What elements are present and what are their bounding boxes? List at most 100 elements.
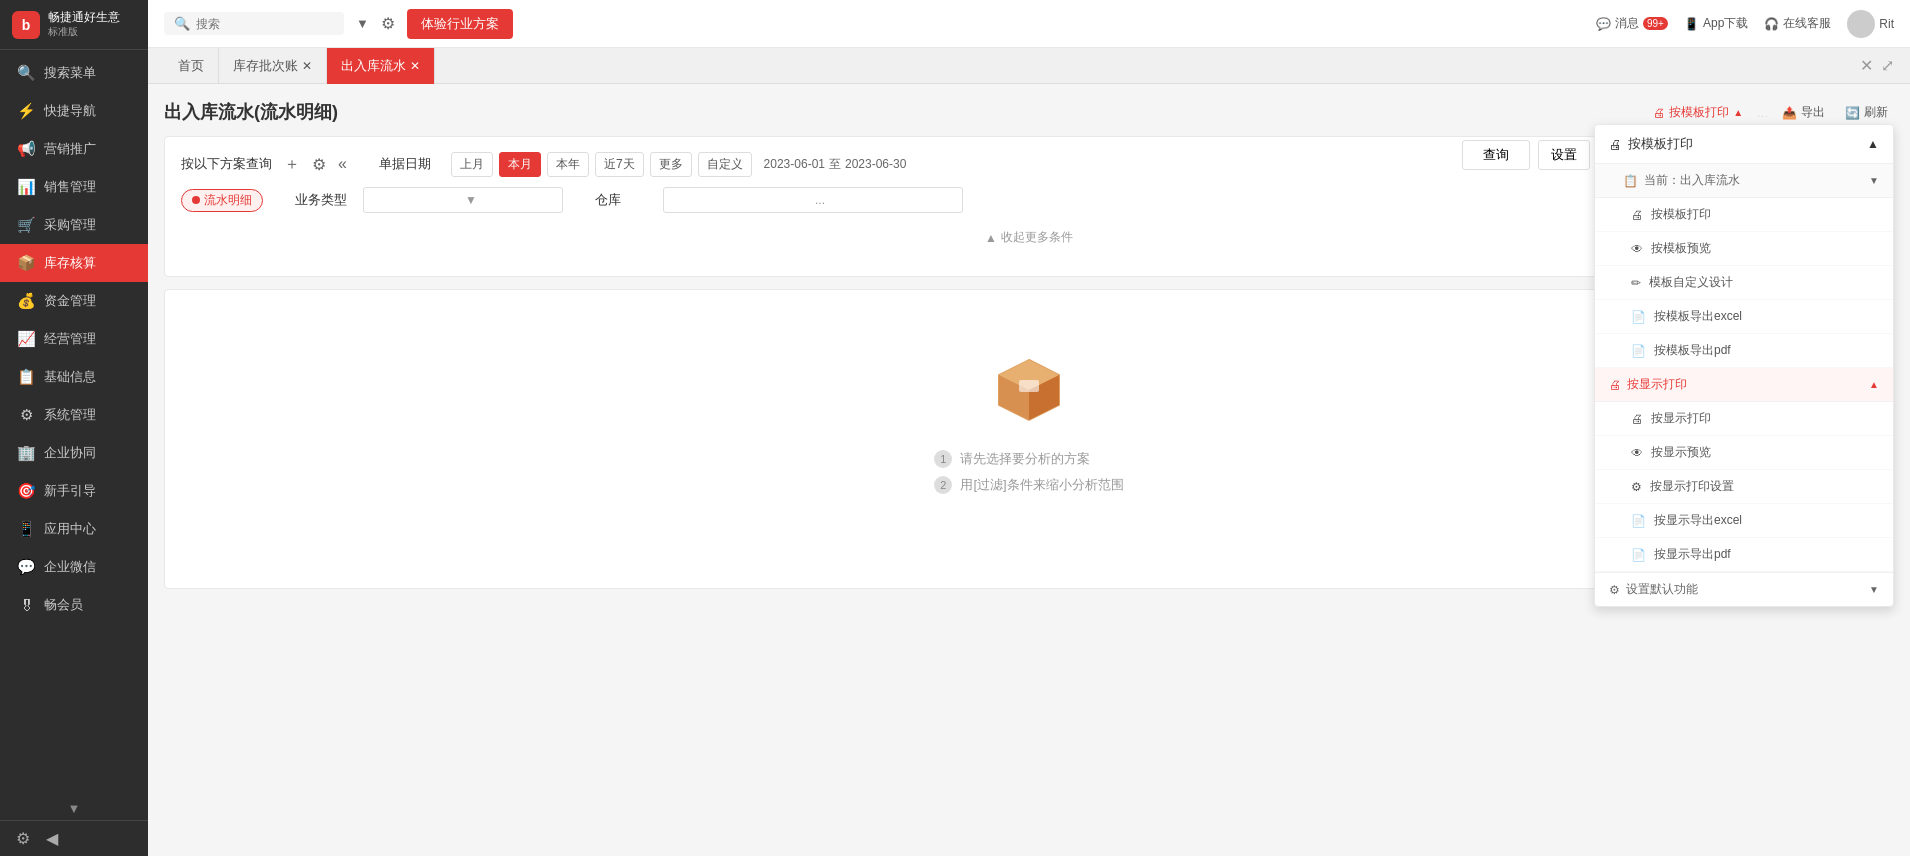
sidebar-item-system[interactable]: ⚙ 系统管理 xyxy=(0,396,148,434)
dropdown-item-label: 按显示打印 xyxy=(1651,410,1711,427)
refresh-icon: 🔄 xyxy=(1845,106,1860,120)
step-1-label: 请先选择要分析的方案 xyxy=(960,446,1090,472)
step-num-1: 1 xyxy=(934,450,952,468)
date-btn-current-year[interactable]: 本年 xyxy=(547,152,589,177)
print-template-button[interactable]: 🖨 按模板打印 ▲ xyxy=(1647,100,1749,125)
filter-tag-label: 流水明细 xyxy=(204,192,252,209)
sales-icon: 📊 xyxy=(16,178,36,196)
date-btn-custom[interactable]: 自定义 xyxy=(698,152,752,177)
settings-icon[interactable]: ⚙ xyxy=(16,829,30,848)
tab-home-label: 首页 xyxy=(178,57,204,75)
dropdown-item-export-pdf-display[interactable]: 📄 按显示导出pdf xyxy=(1595,538,1893,572)
chevron-up-header-icon[interactable]: ▲ xyxy=(1867,137,1879,151)
preview-display-icon: 👁 xyxy=(1631,446,1643,460)
tab-batch-account[interactable]: 库存批次账 ✕ xyxy=(219,48,327,84)
dropdown-item-label: 模板自定义设计 xyxy=(1649,274,1733,291)
query-button[interactable]: 查询 xyxy=(1462,140,1530,170)
topbar: 🔍 ▼ ⚙ 体验行业方案 💬 消息 99+ 📱 App下载 🎧 在线客服 Rit xyxy=(148,0,1910,48)
sidebar-item-member[interactable]: 🎖 畅会员 xyxy=(0,586,148,624)
business-type-label: 业务类型 xyxy=(295,191,355,209)
gear-icon[interactable]: ⚙ xyxy=(381,14,395,33)
finance-icon: 💰 xyxy=(16,292,36,310)
service-icon: 🎧 xyxy=(1764,17,1779,31)
sidebar-item-finance[interactable]: 💰 资金管理 xyxy=(0,282,148,320)
sidebar-item-marketing[interactable]: 📢 营销推广 xyxy=(0,130,148,168)
dropdown-header-label: 按模板打印 xyxy=(1628,135,1693,153)
search-input[interactable] xyxy=(196,17,316,31)
sidebar-item-sales[interactable]: 📊 销售管理 xyxy=(0,168,148,206)
dropdown-item-label: 按显示预览 xyxy=(1651,444,1711,461)
footer-settings-icon: ⚙ xyxy=(1609,583,1620,597)
sidebar-item-guide[interactable]: 🎯 新手引导 xyxy=(0,472,148,510)
empty-step-1: 1 请先选择要分析的方案 xyxy=(934,446,1123,472)
dropdown-item-export-excel-display[interactable]: 📄 按显示导出excel xyxy=(1595,504,1893,538)
sidebar-scroll-down[interactable]: ▼ xyxy=(0,797,148,820)
print-dropdown-panel: 🖨 按模板打印 ▲ 📋 当前：出入库流水 ▼ 🖨 按模板打印 👁 按模板预览 xyxy=(1594,124,1894,607)
collapse-conditions-button[interactable]: ▲ 收起更多条件 xyxy=(979,223,1079,252)
dropdown-section-display[interactable]: 🖨 按显示打印 ▲ xyxy=(1595,368,1893,402)
industry-solution-button[interactable]: 体验行业方案 xyxy=(407,9,513,39)
refresh-button[interactable]: 🔄 刷新 xyxy=(1839,100,1894,125)
enterprise-icon: 🏢 xyxy=(16,444,36,462)
close-all-tabs-button[interactable]: ✕ xyxy=(1860,56,1873,75)
export-button[interactable]: 📤 导出 xyxy=(1776,100,1831,125)
sidebar-item-label: 新手引导 xyxy=(44,482,96,500)
tab-flow[interactable]: 出入库流水 ✕ xyxy=(327,48,435,84)
tab-batch-account-label: 库存批次账 xyxy=(233,57,298,75)
preview-icon: 👁 xyxy=(1631,242,1643,256)
wechat-icon: 💬 xyxy=(16,558,36,576)
sidebar-item-wechat[interactable]: 💬 企业微信 xyxy=(0,548,148,586)
dropdown-item-export-excel-template[interactable]: 📄 按模板导出excel xyxy=(1595,300,1893,334)
dropdown-item-custom-design[interactable]: ✏ 模板自定义设计 xyxy=(1595,266,1893,300)
basic-info-icon: 📋 xyxy=(16,368,36,386)
business-type-select[interactable]: ▼ xyxy=(363,187,563,213)
filter-tag-dot xyxy=(192,196,200,204)
settings-query-button[interactable]: 设置 xyxy=(1538,140,1590,170)
dropdown-item-print-settings-display[interactable]: ⚙ 按显示打印设置 xyxy=(1595,470,1893,504)
dropdown-item-preview-display[interactable]: 👁 按显示预览 xyxy=(1595,436,1893,470)
app-download-button[interactable]: 📱 App下载 xyxy=(1684,15,1748,32)
date-group: 上月 本月 本年 近7天 更多 自定义 xyxy=(451,152,752,177)
tab-batch-account-close[interactable]: ✕ xyxy=(302,59,312,73)
sidebar-item-operations[interactable]: 📈 经营管理 xyxy=(0,320,148,358)
user-avatar-area[interactable]: Rit xyxy=(1847,10,1894,38)
dropdown-item-export-pdf-template[interactable]: 📄 按模板导出pdf xyxy=(1595,334,1893,368)
date-btn-more[interactable]: 更多 xyxy=(650,152,692,177)
warehouse-select[interactable]: ... xyxy=(663,187,963,213)
chevron-up-icon: ▲ xyxy=(1733,107,1743,118)
date-btn-current-month[interactable]: 本月 xyxy=(499,152,541,177)
filter-tag[interactable]: 流水明细 xyxy=(181,189,263,212)
dropdown-item-print-display[interactable]: 🖨 按显示打印 xyxy=(1595,402,1893,436)
sidebar-logo: b 畅捷通好生意 标准版 xyxy=(0,0,148,50)
date-btn-last-7-days[interactable]: 近7天 xyxy=(595,152,644,177)
dropdown-item-preview-template[interactable]: 👁 按模板预览 xyxy=(1595,232,1893,266)
topbar-dropdown-icon[interactable]: ▼ xyxy=(356,16,369,31)
date-btn-last-month[interactable]: 上月 xyxy=(451,152,493,177)
sidebar-item-basic-info[interactable]: 📋 基础信息 xyxy=(0,358,148,396)
print-template-label: 按模板打印 xyxy=(1669,104,1729,121)
expand-tabs-button[interactable]: ⤢ xyxy=(1881,56,1894,75)
dropdown-footer-settings[interactable]: ⚙ 设置默认功能 ▼ xyxy=(1595,572,1893,606)
chevron-down-current-icon[interactable]: ▼ xyxy=(1869,175,1879,186)
sidebar-item-label: 资金管理 xyxy=(44,292,96,310)
empty-step-2: 2 用[过滤]条件来缩小分析范围 xyxy=(934,472,1123,498)
collapse-sidebar-icon[interactable]: ◀ xyxy=(46,829,58,848)
sidebar-item-label: 基础信息 xyxy=(44,368,96,386)
message-button[interactable]: 💬 消息 99+ xyxy=(1596,15,1668,32)
query-collapse-button[interactable]: « xyxy=(338,155,347,173)
sidebar-item-app-center[interactable]: 📱 应用中心 xyxy=(0,510,148,548)
query-add-button[interactable]: ＋ xyxy=(284,154,300,175)
sidebar-item-purchase[interactable]: 🛒 采购管理 xyxy=(0,206,148,244)
sidebar-item-enterprise[interactable]: 🏢 企业协同 xyxy=(0,434,148,472)
search-icon: 🔍 xyxy=(174,16,190,31)
tab-flow-close[interactable]: ✕ xyxy=(410,59,420,73)
topbar-search-box[interactable]: 🔍 xyxy=(164,12,344,35)
query-settings-button[interactable]: ⚙ xyxy=(312,155,326,174)
tab-home[interactable]: 首页 xyxy=(164,48,219,84)
dropdown-item-print-template[interactable]: 🖨 按模板打印 xyxy=(1595,198,1893,232)
sidebar-item-inventory[interactable]: 📦 库存核算 xyxy=(0,244,148,282)
toolbar-sep1: ... xyxy=(1757,105,1768,120)
sidebar-item-quick-nav[interactable]: ⚡ 快捷导航 xyxy=(0,92,148,130)
sidebar-item-search[interactable]: 🔍 搜索菜单 xyxy=(0,54,148,92)
customer-service-button[interactable]: 🎧 在线客服 xyxy=(1764,15,1831,32)
